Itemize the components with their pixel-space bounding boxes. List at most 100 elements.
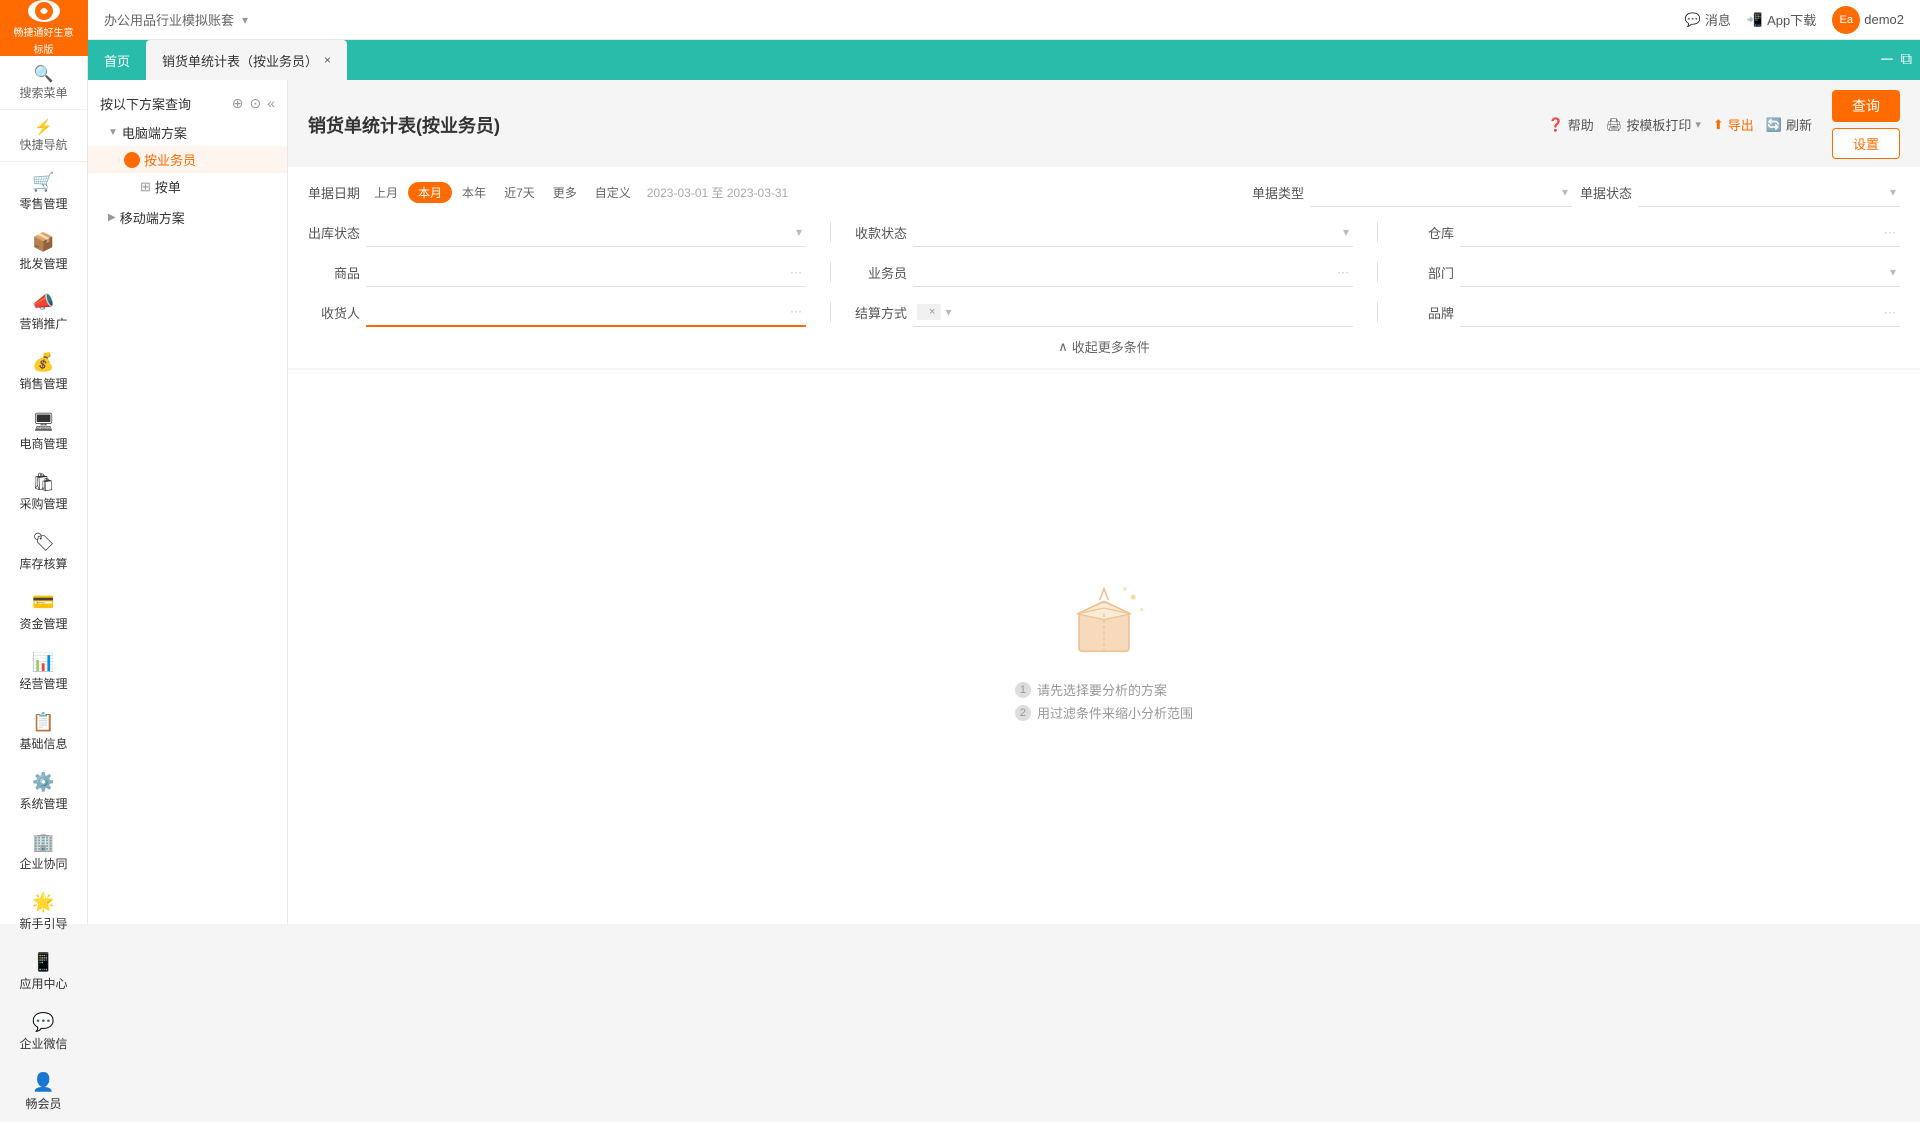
sidebar-item-sales[interactable]: 💰 销售管理 <box>0 342 87 402</box>
top-header: 办公用品行业模拟账套 ▾ 💬 消息 📲 App下载 Ea demo2 <box>88 0 1920 40</box>
warehouse-input[interactable]: ··· <box>1460 217 1900 247</box>
scheme-collapse-icon[interactable]: « <box>267 95 275 112</box>
scheme-settings-icon[interactable]: ⊙ <box>249 95 261 112</box>
doc-type-chevron: ▾ <box>1562 185 1568 199</box>
sidebar-item-ecommerce-label: 电商管理 <box>19 435 67 452</box>
divider3 <box>830 262 831 282</box>
sidebar-item-finance[interactable]: 💳 资金管理 <box>0 582 87 642</box>
sidebar-item-member[interactable]: 👤 畅会员 <box>0 1062 87 1122</box>
date-btn-last-month[interactable]: 上月 <box>366 181 406 204</box>
receiver-label: 收货人 <box>308 303 360 322</box>
date-btn-this-month[interactable]: 本月 <box>408 182 452 203</box>
query-button[interactable]: 查询 <box>1832 90 1900 122</box>
print-dropdown-icon[interactable]: ▾ <box>1695 118 1701 131</box>
print-button[interactable]: 🖨 按模板打印 ▾ <box>1606 115 1701 134</box>
out-status-wrap: 出库状态 ▾ <box>308 217 806 247</box>
add-scheme-icon[interactable]: ⊕ <box>232 95 244 112</box>
out-status-input[interactable]: ▾ <box>366 217 806 247</box>
empty-state: 1 请先选择要分析的方案 2 用过滤条件来缩小分析范围 <box>1015 568 1193 726</box>
page-header-row: 销货单统计表(按业务员) ❓ 帮助 🖨 按模板打印 ▾ ⬆ 导出 <box>288 80 1920 167</box>
sidebar-item-enterprise[interactable]: 🏢 企业协同 <box>0 822 87 882</box>
help-icon: ❓ <box>1548 117 1564 133</box>
receiver-wrap: 收货人 ··· <box>308 297 806 327</box>
payment-input[interactable]: × ▾ <box>913 297 1353 327</box>
tab-active[interactable]: 销货单统计表（按业务员） × <box>146 40 347 80</box>
settings-button[interactable]: 设置 <box>1832 128 1900 159</box>
user-avatar-button[interactable]: Ea demo2 <box>1832 6 1904 34</box>
tree-by-order-item[interactable]: ⊞ 按单 <box>88 173 287 200</box>
sidebar-item-sales-label: 销售管理 <box>19 375 67 392</box>
brand-dots: ··· <box>1884 305 1896 319</box>
tab-restore-icon[interactable]: ⧉ <box>1901 51 1912 69</box>
sidebar-item-system[interactable]: ⚙️ 系统管理 <box>0 762 87 822</box>
app-download-button[interactable]: 📲 App下载 <box>1747 10 1816 29</box>
sidebar-item-ecommerce[interactable]: 🖥 电商管理 <box>0 402 87 462</box>
tab-bar: 首页 销货单统计表（按业务员） × ─ ⧉ <box>88 40 1920 80</box>
date-range-text: 2023-03-01 至 2023-03-31 <box>647 184 788 201</box>
doc-status-wrap: 单据状态 ▾ <box>1580 177 1900 207</box>
content-body: 1 请先选择要分析的方案 2 用过滤条件来缩小分析范围 <box>288 370 1920 924</box>
sidebar-item-purchase[interactable]: 🛍 采购管理 <box>0 462 87 522</box>
sidebar-item-wholesale[interactable]: 📦 批发管理 <box>0 222 87 282</box>
date-filter-row: 单据日期 上月 本月 本年 近7天 更多 自定义 2023-03-01 至 20… <box>308 177 1900 207</box>
goods-input[interactable]: ··· <box>366 257 806 287</box>
sidebar-logo[interactable]: 畅捷通好生意 标版 <box>0 0 88 56</box>
brand-input[interactable]: ··· <box>1460 297 1900 327</box>
retail-icon: 🛒 <box>32 172 54 193</box>
wechat-icon: 💬 <box>32 1012 54 1033</box>
collect-status-input[interactable]: ▾ <box>913 217 1353 247</box>
sidebar-item-basic[interactable]: 📋 基础信息 <box>0 702 87 762</box>
doc-type-wrap: 单据类型 ▾ <box>1252 177 1572 207</box>
collapse-button[interactable]: ∧ 收起更多条件 <box>1058 337 1150 356</box>
sidebar-item-operation[interactable]: 📊 经营管理 <box>0 642 87 702</box>
tree-arrow-pc: ▼ <box>108 127 118 138</box>
tab-close-icon[interactable]: × <box>324 53 331 67</box>
dept-input[interactable]: ▾ <box>1460 257 1900 287</box>
user-label: demo2 <box>1864 12 1904 27</box>
divider6 <box>1377 302 1378 322</box>
sidebar-item-appcenter[interactable]: 📱 应用中心 <box>0 942 87 1002</box>
date-btn-custom[interactable]: 自定义 <box>587 181 639 204</box>
sidebar-item-basic-label: 基础信息 <box>19 735 67 752</box>
sidebar-item-wechat[interactable]: 💬 企业微信 <box>0 1002 87 1062</box>
tab-home[interactable]: 首页 <box>88 40 146 80</box>
doc-type-label: 单据类型 <box>1252 183 1304 202</box>
tree-mobile-schemes[interactable]: ▶ 移动端方案 <box>88 204 287 231</box>
tab-minimize-icon[interactable]: ─ <box>1881 51 1892 69</box>
salesman-scheme-icon <box>124 152 140 168</box>
tab-bar-right: ─ ⧉ <box>1881 51 1920 69</box>
logo-text: 畅捷通好生意 <box>14 24 74 39</box>
refresh-button[interactable]: 🔄 刷新 <box>1766 115 1812 134</box>
sidebar-search[interactable]: 🔍 电脑端方案 搜索菜单 <box>0 56 87 110</box>
help-button[interactable]: ❓ 帮助 <box>1548 115 1594 134</box>
receiver-dots: ··· <box>790 304 802 318</box>
tree-salesman-item[interactable]: 按业务员 <box>88 146 287 173</box>
sidebar-item-marketing[interactable]: 📣 营销推广 <box>0 282 87 342</box>
tree-pc-schemes[interactable]: ▼ 电脑端方案 <box>88 119 287 146</box>
tree-pc-label: 电脑端方案 <box>122 123 187 142</box>
product-dropdown-icon[interactable]: ▾ <box>242 13 248 27</box>
app-download-label: App下载 <box>1767 10 1816 29</box>
payment-chevron: ▾ <box>945 305 951 319</box>
doc-status-input[interactable]: ▾ <box>1638 177 1900 207</box>
tab-active-label: 销货单统计表（按业务员） <box>162 51 318 70</box>
date-btn-7days[interactable]: 近7天 <box>496 181 543 204</box>
receiver-input[interactable]: ··· <box>366 297 806 327</box>
export-icon: ⬆ <box>1713 117 1724 133</box>
sidebar-item-inventory[interactable]: 🏷 库存核算 <box>0 522 87 582</box>
right-panel: 销货单统计表(按业务员) ❓ 帮助 🖨 按模板打印 ▾ ⬆ 导出 <box>288 80 1920 924</box>
sidebar-quicknav[interactable]: ⚡ 快捷导航 <box>0 110 87 162</box>
purchase-icon: 🛍 <box>32 472 55 493</box>
export-button[interactable]: ⬆ 导出 <box>1713 115 1754 134</box>
payment-tag-close-icon[interactable]: × <box>929 306 935 318</box>
sidebar-item-newbie[interactable]: 🌟 新手引导 <box>0 882 87 942</box>
date-btn-this-year[interactable]: 本年 <box>454 181 494 204</box>
date-btn-more[interactable]: 更多 <box>545 181 585 204</box>
doc-type-input[interactable]: ▾ <box>1310 177 1572 207</box>
sidebar-item-wechat-label: 企业微信 <box>19 1035 67 1052</box>
sidebar-item-retail[interactable]: 🛒 零售管理 <box>0 162 87 222</box>
ecommerce-icon: 🖥 <box>32 412 55 433</box>
filter-wrapper: 单据日期 上月 本月 本年 近7天 更多 自定义 2023-03-01 至 20… <box>288 167 1920 368</box>
salesman-input[interactable]: ··· <box>913 257 1353 287</box>
message-button[interactable]: 💬 消息 <box>1685 10 1731 29</box>
